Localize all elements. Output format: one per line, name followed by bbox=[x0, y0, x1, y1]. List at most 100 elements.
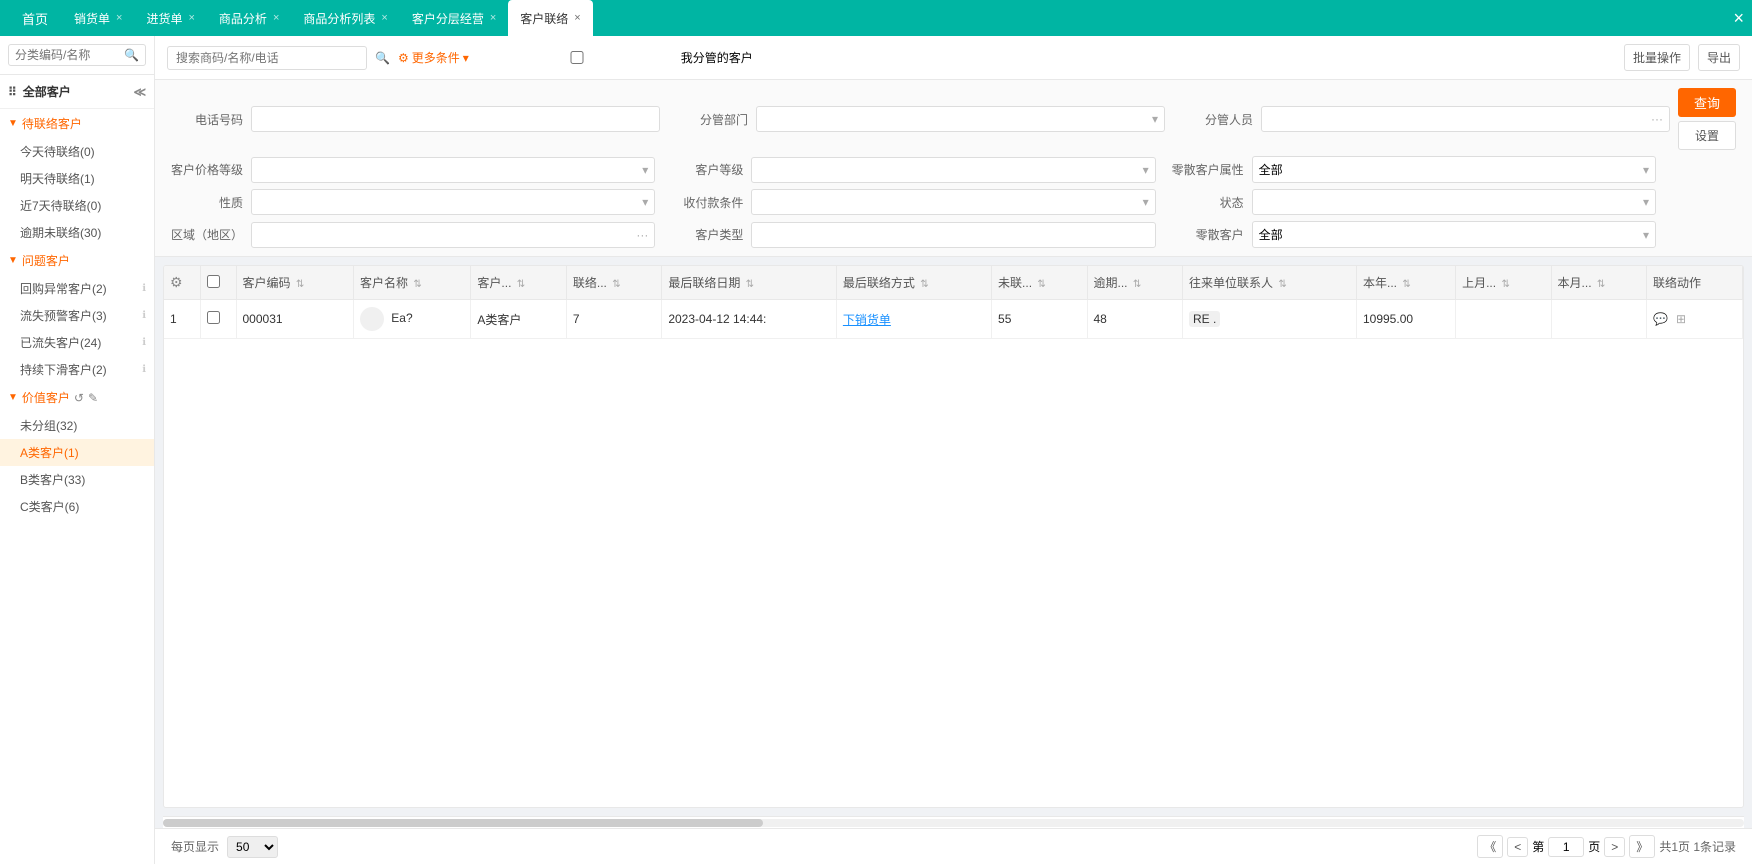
sidebar-item-ungroup[interactable]: 未分组(32) bbox=[0, 412, 154, 439]
sort-code-icon[interactable]: ⇅ bbox=[296, 279, 304, 290]
settings-btn[interactable]: 设置 bbox=[1678, 121, 1736, 150]
sidebar-search-icon[interactable]: 🔍 bbox=[124, 48, 139, 62]
status-input[interactable]: ▾ bbox=[1252, 189, 1656, 215]
page-number-input[interactable] bbox=[1548, 837, 1584, 857]
more-conditions-btn[interactable]: ⚙ 更多条件 ▾ bbox=[398, 49, 469, 66]
close-analysis-list-tab[interactable]: × bbox=[381, 12, 387, 24]
sidebar-item-tomorrow[interactable]: 明天待联络(1) bbox=[0, 165, 154, 192]
sort-this-month-icon[interactable]: ⇅ bbox=[1597, 279, 1605, 290]
cell-code: 000031 bbox=[236, 300, 353, 339]
filter-search-icon[interactable]: 🔍 bbox=[375, 51, 390, 65]
close-analysis-tab[interactable]: × bbox=[273, 12, 279, 24]
nav-tab-sales[interactable]: 销货单 × bbox=[62, 0, 134, 36]
sort-type-icon[interactable]: ⇅ bbox=[517, 279, 525, 290]
sort-no-contact-icon[interactable]: ⇅ bbox=[1037, 279, 1045, 290]
sort-last-date-icon[interactable]: ⇅ bbox=[746, 279, 754, 290]
edit-icon[interactable]: ✎ bbox=[88, 391, 98, 405]
select-all-checkbox[interactable] bbox=[207, 275, 220, 288]
retail-input[interactable]: 全部 ▾ bbox=[1252, 221, 1656, 248]
nature-input[interactable]: ▾ bbox=[251, 189, 655, 215]
close-purchase-tab[interactable]: × bbox=[188, 12, 194, 24]
last-method-link[interactable]: 下销货单 bbox=[843, 313, 891, 327]
collapse-icon[interactable]: ≪ bbox=[133, 85, 146, 99]
retail-attr-input[interactable]: 全部 ▾ bbox=[1252, 156, 1656, 183]
person-input[interactable]: ··· bbox=[1261, 106, 1670, 132]
filter-retail-attr: 零散客户属性 全部 ▾ bbox=[1172, 156, 1656, 183]
problem-arrow-icon: ▼ bbox=[8, 255, 18, 266]
close-customer-mgmt-tab[interactable]: × bbox=[490, 12, 496, 24]
close-sales-tab[interactable]: × bbox=[116, 12, 122, 24]
batch-op-btn[interactable]: 批量操作 bbox=[1624, 44, 1690, 71]
sidebar-item-class-a[interactable]: A类客户(1) bbox=[0, 439, 154, 466]
nav-tab-customer-mgmt[interactable]: 客户分层经营 × bbox=[400, 0, 508, 36]
refresh-icon[interactable]: ↺ bbox=[74, 391, 84, 405]
sort-last-method-icon[interactable]: ⇅ bbox=[920, 279, 928, 290]
sort-this-year-icon[interactable]: ⇅ bbox=[1402, 279, 1410, 290]
close-customer-contact-tab[interactable]: × bbox=[574, 12, 580, 24]
first-page-btn[interactable]: 《 bbox=[1477, 835, 1503, 858]
sidebar-section-value[interactable]: ▼ 价值客户 ↺ ✎ bbox=[0, 383, 154, 412]
customer-level-input[interactable]: ▾ bbox=[751, 157, 1155, 183]
export-btn[interactable]: 导出 bbox=[1698, 44, 1740, 71]
search-input[interactable] bbox=[167, 46, 367, 70]
cell-type: A类客户 bbox=[471, 300, 566, 339]
query-btn[interactable]: 查询 bbox=[1678, 88, 1736, 117]
payment-input[interactable]: ▾ bbox=[751, 189, 1155, 215]
col-code: 客户编码 ⇅ bbox=[236, 266, 353, 300]
chat-action-icon[interactable]: 💬 bbox=[1653, 312, 1668, 326]
info-icon-churned: ℹ bbox=[142, 337, 146, 348]
pending-arrow-icon: ▼ bbox=[8, 118, 18, 129]
sort-contact-icon[interactable]: ⇅ bbox=[612, 279, 620, 290]
last-page-btn[interactable]: 》 bbox=[1629, 835, 1655, 858]
nav-home[interactable]: 首页 bbox=[8, 0, 62, 36]
per-page-select[interactable]: 50 100 200 bbox=[227, 836, 278, 858]
table-settings-icon[interactable]: ⚙ bbox=[170, 274, 183, 290]
phone-input[interactable] bbox=[251, 106, 660, 132]
area-input[interactable]: ··· bbox=[251, 222, 655, 248]
col-contact-person: 往来单位联系人 ⇅ bbox=[1182, 266, 1356, 300]
nav-tab-analysis-list[interactable]: 商品分析列表 × bbox=[291, 0, 399, 36]
col-type: 客户... ⇅ bbox=[471, 266, 566, 300]
my-customers-checkbox[interactable]: 我分管的客户 bbox=[477, 49, 753, 66]
dept-input[interactable]: ▾ bbox=[756, 106, 1165, 132]
filter-bar: 🔍 ⚙ 更多条件 ▾ 我分管的客户 批量操作 导出 bbox=[155, 36, 1752, 80]
sort-contact-person-icon[interactable]: ⇅ bbox=[1278, 279, 1286, 290]
horizontal-scrollbar[interactable] bbox=[163, 816, 1744, 828]
row-checkbox[interactable] bbox=[207, 311, 220, 324]
nav-tab-customer-contact[interactable]: 客户联络 × bbox=[508, 0, 592, 36]
sort-overdue-icon[interactable]: ⇅ bbox=[1133, 279, 1141, 290]
payment-arrow-icon: ▾ bbox=[1143, 195, 1149, 209]
dept-arrow-icon: ▾ bbox=[1152, 112, 1158, 126]
sidebar-item-repurchase-anomaly[interactable]: 回购异常客户(2) ℹ bbox=[0, 275, 154, 302]
next-page-btn[interactable]: > bbox=[1604, 837, 1625, 857]
sidebar-item-today[interactable]: 今天待联络(0) bbox=[0, 138, 154, 165]
nav-tab-purchase[interactable]: 进货单 × bbox=[134, 0, 206, 36]
nature-arrow-icon: ▾ bbox=[642, 195, 648, 209]
filter-actions: 查询 设置 bbox=[1670, 88, 1736, 150]
content-area: 🔍 ⚙ 更多条件 ▾ 我分管的客户 批量操作 导出 电话号码 bbox=[155, 36, 1752, 864]
sidebar-item-churned[interactable]: 已流失客户(24) ℹ bbox=[0, 329, 154, 356]
col-action: 联络动作 bbox=[1646, 266, 1742, 300]
sidebar-item-7days[interactable]: 近7天待联络(0) bbox=[0, 192, 154, 219]
table-row: 1 000031 Ea? A类客户 7 2023-04-12 14:44: bbox=[164, 300, 1743, 339]
sidebar-section-pending[interactable]: ▼ 待联络客户 bbox=[0, 109, 154, 138]
filter-actions-right: 批量操作 导出 bbox=[1624, 44, 1740, 71]
sidebar-item-class-c[interactable]: C类客户(6) bbox=[0, 493, 154, 520]
sort-name-icon[interactable]: ⇅ bbox=[413, 279, 421, 290]
sidebar-item-churn-warning[interactable]: 流失预警客户(3) ℹ bbox=[0, 302, 154, 329]
grid-action-icon[interactable]: ⊞ bbox=[1676, 312, 1686, 326]
my-customers-check[interactable] bbox=[477, 51, 677, 64]
filter-person: 分管人员 ··· bbox=[1181, 106, 1670, 132]
grid-icon: ⠿ bbox=[8, 85, 17, 99]
sidebar-all-customers-header[interactable]: ⠿ 全部客户 ≪ bbox=[0, 75, 154, 109]
sidebar-item-class-b[interactable]: B类客户(33) bbox=[0, 466, 154, 493]
sidebar-item-declining[interactable]: 持续下滑客户(2) ℹ bbox=[0, 356, 154, 383]
sidebar-section-problem[interactable]: ▼ 问题客户 bbox=[0, 246, 154, 275]
sidebar-item-overdue[interactable]: 逾期未联络(30) bbox=[0, 219, 154, 246]
nav-tab-analysis[interactable]: 商品分析 × bbox=[207, 0, 291, 36]
price-level-input[interactable]: ▾ bbox=[251, 157, 655, 183]
close-all-tabs[interactable]: × bbox=[1733, 8, 1744, 29]
customer-type-input[interactable] bbox=[751, 222, 1155, 248]
prev-page-btn[interactable]: < bbox=[1507, 837, 1528, 857]
sort-last-month-icon[interactable]: ⇅ bbox=[1501, 279, 1509, 290]
